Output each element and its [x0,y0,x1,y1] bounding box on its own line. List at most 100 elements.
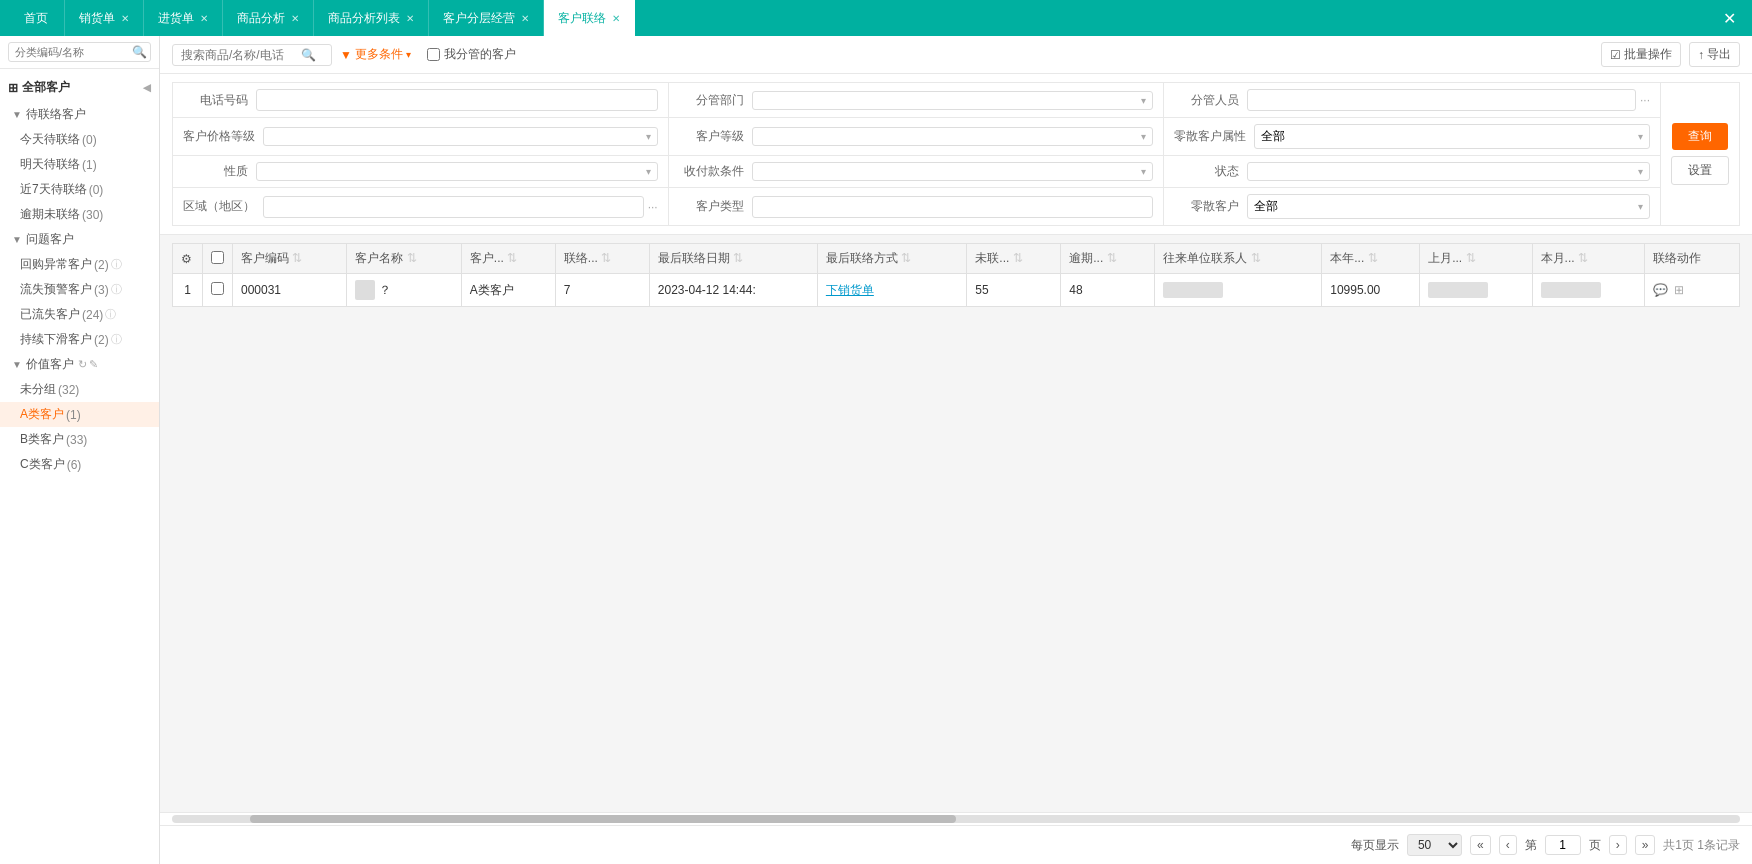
contact-method-link[interactable]: 下销货单 [826,283,874,297]
batch-operation-button[interactable]: ☑ 批量操作 [1601,42,1681,67]
horizontal-scrollbar[interactable] [172,815,1740,823]
close-icon[interactable]: ✕ [121,13,129,24]
phone-input[interactable] [256,89,658,111]
scrollbar-thumb[interactable] [250,815,956,823]
th-contact-count[interactable]: 联络... ⇅ [555,244,649,274]
sidebar-item-tomorrow-contact[interactable]: 明天待联络 (1) [0,152,159,177]
th-label: 客户... [470,251,504,265]
dots-icon[interactable]: ··· [1640,93,1650,107]
th-customer-name[interactable]: 客户名称 ⇅ [347,244,461,274]
top-navigation: 首页 销货单 ✕ 进货单 ✕ 商品分析 ✕ 商品分析列表 ✕ 客户分层经营 ✕ … [0,0,1752,36]
td-no-contact: 55 [967,274,1061,307]
chevron-down-icon: ▾ [646,131,651,142]
sidebar-item-a-class[interactable]: A类客户 (1) [0,402,159,427]
export-button[interactable]: ↑ 导出 [1689,42,1740,67]
last-page-button[interactable]: » [1635,835,1656,855]
settings-button[interactable]: 设置 [1671,156,1729,185]
payment-select[interactable]: ▾ [752,162,1154,181]
th-label: 本年... [1330,251,1364,265]
sidebar-item-ungrouped[interactable]: 未分组 (32) [0,377,159,402]
customer-table: ⚙ 客户编码 ⇅ 客户名称 ⇅ [172,243,1740,307]
close-icon[interactable]: ✕ [612,13,620,24]
th-settings[interactable]: ⚙ [173,244,203,274]
chat-icon[interactable]: 💬 [1653,283,1668,297]
sidebar-group-problem[interactable]: ▼ 问题客户 [0,227,159,252]
nav-tab-sales[interactable]: 销货单 ✕ [65,0,144,36]
next-page-button[interactable]: › [1609,835,1627,855]
th-overdue-days[interactable]: 逾期... ⇅ [1061,244,1155,274]
nav-tab-customer-tier[interactable]: 客户分层经营 ✕ [429,0,544,36]
sidebar-item-churn-warning[interactable]: 流失预警客户 (3) ⓘ [0,277,159,302]
per-page-select[interactable]: 50 100 200 [1407,834,1462,856]
th-last-contact-method[interactable]: 最后联络方式 ⇅ [817,244,966,274]
info-icon: ⓘ [111,257,122,272]
th-current-year[interactable]: 本年... ⇅ [1322,244,1420,274]
th-contact-person[interactable]: 往来单位联系人 ⇅ [1155,244,1322,274]
status-select[interactable]: ▾ [1247,162,1650,181]
sidebar-item-repurchase-abnormal[interactable]: 回购异常客户 (2) ⓘ [0,252,159,277]
nav-tab-analysis[interactable]: 商品分析 ✕ [223,0,314,36]
filter-dept: 分管部门 ▾ [669,83,1165,118]
th-label: 未联... [975,251,1009,265]
customer-level-select[interactable]: ▾ [752,127,1154,146]
retail-customer-select[interactable]: 全部 ▾ [1247,194,1650,219]
more-conditions-button[interactable]: ▼ 更多条件 ▾ [340,46,411,63]
page-number-input[interactable] [1545,835,1581,855]
th-customer-code[interactable]: 客户编码 ⇅ [233,244,347,274]
region-input[interactable] [263,196,644,218]
main-search-input[interactable] [181,48,301,62]
sort-icon: ⇅ [407,251,417,265]
first-page-button[interactable]: « [1470,835,1491,855]
nav-tab-customer-contact[interactable]: 客户联络 ✕ [544,0,635,36]
my-customers-checkbox[interactable] [427,48,440,61]
th-last-contact-date[interactable]: 最后联络日期 ⇅ [649,244,817,274]
dept-select[interactable]: ▾ [752,91,1154,110]
app-close-button[interactable]: ✕ [1715,9,1744,28]
dots-icon[interactable]: ··· [648,200,658,214]
close-icon[interactable]: ✕ [521,13,529,24]
td-actions: 💬 ⊞ [1645,274,1740,307]
nav-tab-home[interactable]: 首页 [8,0,65,36]
sidebar-item-declining[interactable]: 持续下滑客户 (2) ⓘ [0,327,159,352]
sidebar-group-pending[interactable]: ▼ 待联络客户 [0,102,159,127]
edit-icon[interactable]: ✎ [89,358,98,371]
sidebar-search-input[interactable] [8,42,151,62]
manager-input[interactable] [1247,89,1636,111]
filter-right-actions: ☑ 批量操作 ↑ 导出 [1601,42,1740,67]
sidebar-item-today-contact[interactable]: 今天待联络 (0) [0,127,159,152]
sidebar-item-churned[interactable]: 已流失客户 (24) ⓘ [0,302,159,327]
customer-type-input[interactable] [752,196,1154,218]
th-customer-level[interactable]: 客户... ⇅ [461,244,555,274]
nature-select[interactable]: ▾ [256,162,658,181]
retail-attr-select[interactable]: 全部 ▾ [1254,124,1650,149]
avatar [355,280,375,300]
info-icon: ⓘ [111,332,122,347]
sidebar-item-7day-contact[interactable]: 近7天待联络 (0) [0,177,159,202]
td-contact-count: 7 [555,274,649,307]
nav-tab-analysis-list[interactable]: 商品分析列表 ✕ [314,0,429,36]
td-year-amount: 10995.00 [1322,274,1420,307]
th-checkbox-all[interactable] [203,244,233,274]
select-all-checkbox[interactable] [211,251,224,264]
prev-page-button[interactable]: ‹ [1499,835,1517,855]
sidebar-group-value[interactable]: ▼ 价值客户 ↻ ✎ [0,352,159,377]
query-button[interactable]: 查询 [1672,123,1728,150]
sidebar-item-c-class[interactable]: C类客户 (6) [0,452,159,477]
nav-tab-purchase[interactable]: 进货单 ✕ [144,0,223,36]
th-label: 客户名称 [355,251,403,265]
th-no-contact-days[interactable]: 未联... ⇅ [967,244,1061,274]
sort-icon: ⇅ [1368,251,1378,265]
settings-icon[interactable]: ⚙ [181,252,192,266]
close-icon[interactable]: ✕ [406,13,414,24]
close-icon[interactable]: ✕ [200,13,208,24]
price-level-select[interactable]: ▾ [263,127,658,146]
refresh-icon[interactable]: ↻ [78,358,87,371]
th-last-month[interactable]: 上月... ⇅ [1420,244,1532,274]
sidebar-item-b-class[interactable]: B类客户 (33) [0,427,159,452]
link-icon[interactable]: ⊞ [1674,283,1684,297]
sidebar-item-overdue-contact[interactable]: 逾期未联络 (30) [0,202,159,227]
sidebar-all-customers[interactable]: ⊞ 全部客户 ◀ [0,73,159,102]
row-checkbox[interactable] [211,282,224,295]
th-current-month[interactable]: 本月... ⇅ [1532,244,1644,274]
close-icon[interactable]: ✕ [291,13,299,24]
